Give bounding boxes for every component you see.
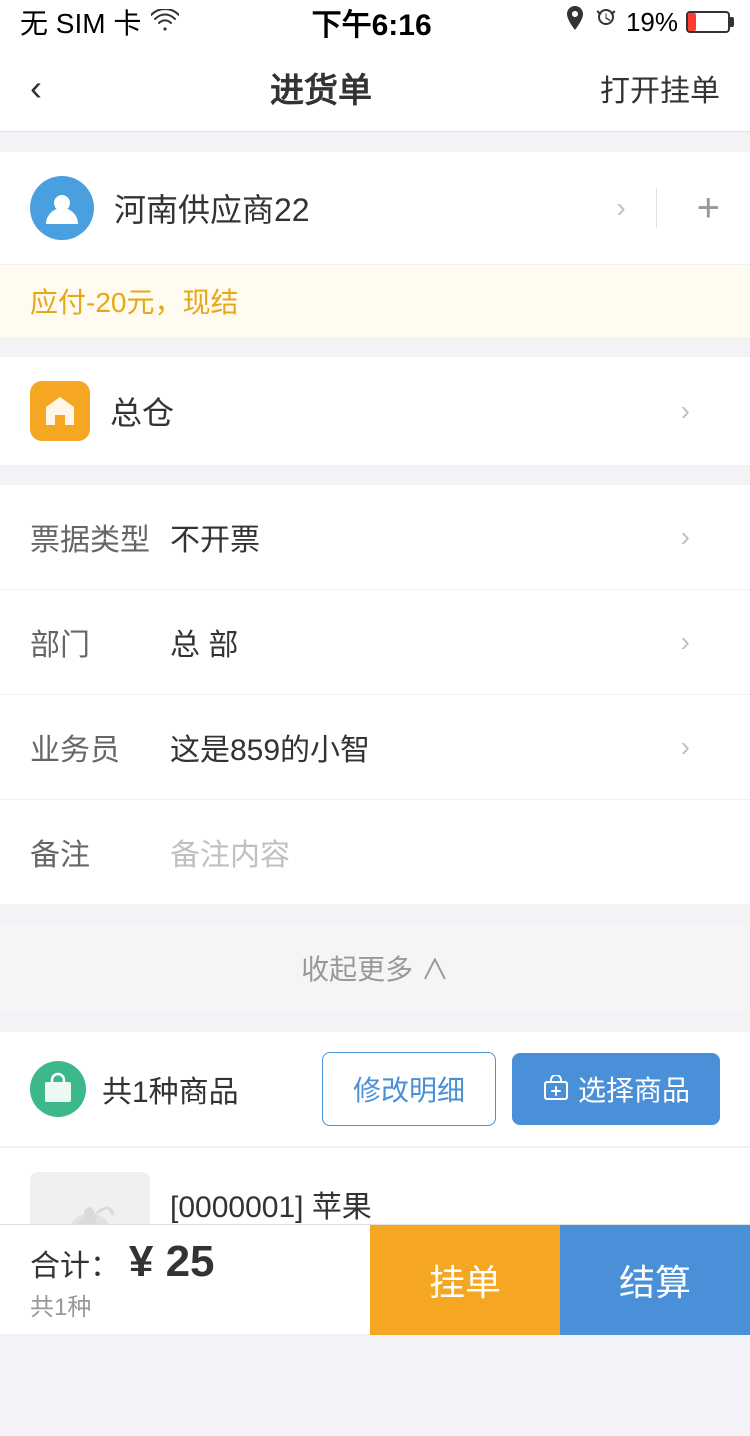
product-title: 苹果 — [312, 1191, 372, 1224]
total-label: 合计： — [30, 1250, 120, 1283]
salesman-chevron-icon: › — [681, 731, 690, 763]
warehouse-name: 总仓 — [110, 388, 681, 434]
salesman-value: 这是859的小智 — [150, 725, 681, 769]
alarm-icon — [594, 7, 618, 38]
total-line: 合计： ¥ 25 — [30, 1237, 340, 1287]
warehouse-section: 总仓 › — [0, 357, 750, 465]
section-gap-1 — [0, 132, 750, 152]
supplier-section: 河南供应商22 › + 应付-20元，现结 — [0, 152, 750, 337]
open-pending-button[interactable]: 打开挂单 — [600, 66, 720, 110]
warehouse-chevron-icon: › — [681, 395, 690, 427]
invoice-row[interactable]: 票据类型 不开票 › — [0, 485, 750, 590]
vertical-divider — [656, 188, 657, 228]
status-icons: 19% — [564, 6, 730, 39]
collapse-button[interactable]: 收起更多 ∧ — [0, 924, 750, 1012]
warehouse-icon — [30, 381, 90, 441]
supplier-avatar — [30, 176, 94, 240]
supplier-notice: 应付-20元，现结 — [0, 265, 750, 337]
remark-label: 备注 — [30, 830, 150, 874]
pending-button[interactable]: 挂单 — [370, 1225, 560, 1335]
add-supplier-button[interactable]: + — [697, 186, 720, 231]
status-bar: 无 SIM 卡 下午6:16 19% — [0, 0, 750, 44]
department-label: 部门 — [30, 620, 150, 664]
supplier-row[interactable]: 河南供应商22 › + — [0, 152, 750, 265]
page-title: 进货单 — [270, 63, 372, 112]
department-value: 总 部 — [150, 620, 681, 664]
invoice-label: 票据类型 — [30, 515, 150, 559]
total-count: 共1种 — [30, 1287, 340, 1322]
status-carrier: 无 SIM 卡 — [20, 2, 179, 42]
supplier-name: 河南供应商22 — [114, 185, 616, 231]
salesman-label: 业务员 — [30, 725, 150, 769]
checkout-button[interactable]: 结算 — [560, 1225, 750, 1335]
supplier-chevron-icon: › — [616, 192, 625, 224]
department-row[interactable]: 部门 总 部 › — [0, 590, 750, 695]
invoice-chevron-icon: › — [681, 521, 690, 553]
wifi-icon — [151, 6, 179, 38]
warehouse-row[interactable]: 总仓 › — [0, 357, 750, 465]
battery-percentage: 19% — [626, 7, 678, 38]
total-section: 合计： ¥ 25 共1种 — [0, 1227, 370, 1332]
invoice-value: 不开票 — [150, 515, 681, 559]
product-code: [0000001] — [170, 1191, 303, 1224]
remark-row[interactable]: 备注 备注内容 — [0, 800, 750, 904]
battery-icon — [686, 11, 730, 33]
back-button[interactable]: ‹ — [30, 67, 42, 109]
remark-input[interactable]: 备注内容 — [150, 830, 720, 874]
total-amount: ¥ 25 — [129, 1237, 215, 1286]
location-icon — [564, 6, 586, 39]
salesman-row[interactable]: 业务员 这是859的小智 › — [0, 695, 750, 800]
form-section: 票据类型 不开票 › 部门 总 部 › 业务员 这是859的小智 › 备注 备注… — [0, 485, 750, 904]
select-product-button[interactable]: 选择商品 — [512, 1053, 720, 1125]
product-name: [0000001] 苹果 — [170, 1182, 668, 1226]
products-header: 共1种商品 修改明细 选择商品 — [0, 1032, 750, 1147]
bottom-bar: 合计： ¥ 25 共1种 挂单 结算 — [0, 1224, 750, 1334]
department-chevron-icon: › — [681, 626, 690, 658]
products-icon — [30, 1061, 86, 1117]
edit-detail-button[interactable]: 修改明细 — [322, 1052, 496, 1126]
nav-bar: ‹ 进货单 打开挂单 — [0, 44, 750, 132]
bottom-spacer — [0, 1316, 750, 1436]
status-time: 下午6:16 — [312, 0, 432, 44]
section-gap-2 — [0, 337, 750, 357]
products-count: 共1种商品 — [102, 1067, 322, 1111]
